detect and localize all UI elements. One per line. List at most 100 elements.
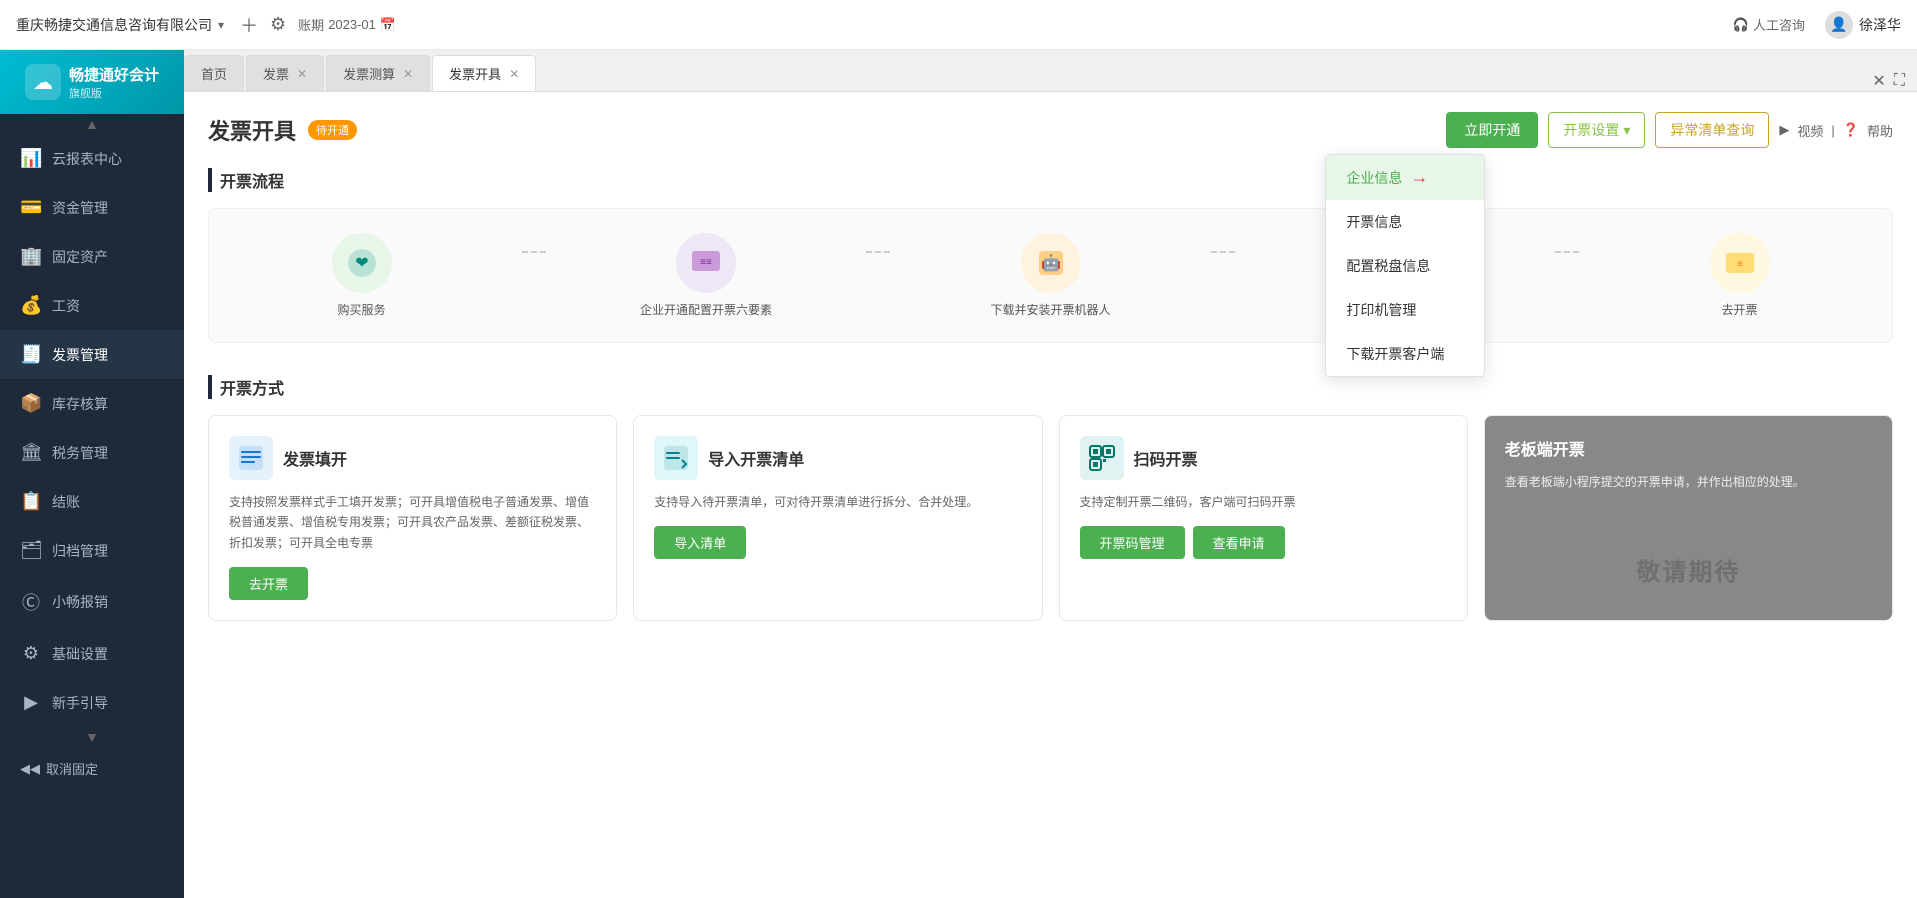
tab-fapiao-close[interactable]: ✕ bbox=[297, 67, 307, 81]
sidebar-item-shuiwu[interactable]: 🏛 税务管理 bbox=[0, 428, 184, 477]
svg-text:🤖: 🤖 bbox=[1041, 253, 1061, 272]
step-connector-3 bbox=[1183, 251, 1263, 277]
invoice-settings-button[interactable]: 开票设置 ▾ bbox=[1548, 112, 1645, 148]
sidebar-item-label: 税务管理 bbox=[52, 443, 108, 463]
add-button[interactable]: ＋ bbox=[240, 12, 258, 38]
sidebar-item-xinshouyindao[interactable]: ▶ 新手引导 bbox=[0, 678, 184, 727]
sidebar-item-gongzi[interactable]: 💰 工资 bbox=[0, 281, 184, 330]
step-connector-1 bbox=[494, 251, 574, 277]
jichushezhi-icon: ⚙ bbox=[20, 643, 42, 664]
period-display: 账期 2023-01 📅 bbox=[298, 15, 396, 34]
tab-fapiaokaiiju-close[interactable]: ✕ bbox=[509, 67, 519, 81]
kucun-icon: 📦 bbox=[20, 393, 42, 414]
sidebar-item-label: 小畅报销 bbox=[52, 592, 108, 612]
flow-step-config: ≡≡ 企业开通配置开票六要素 bbox=[574, 233, 839, 318]
help-icon: ❓ bbox=[1843, 122, 1859, 138]
yunbao-icon: 📊 bbox=[20, 148, 42, 169]
step-go-invoice-label: 去开票 bbox=[1721, 301, 1757, 318]
service-button[interactable]: 🎧 人工咨询 bbox=[1733, 15, 1805, 34]
sidebar-item-label: 云报表中心 bbox=[52, 149, 122, 169]
dropdown-item-company-info[interactable]: 企业信息 → bbox=[1326, 155, 1484, 200]
step-go-invoice-icon: ≡ bbox=[1710, 233, 1770, 293]
company-selector[interactable]: 重庆畅捷交通信息咨询有限公司 ▾ bbox=[16, 15, 224, 35]
cancel-fixed-btn[interactable]: ◀◀ 取消固定 bbox=[0, 747, 184, 790]
method-fill-header: 发票填开 bbox=[229, 436, 596, 480]
sidebar-item-kucun[interactable]: 📦 库存核算 bbox=[0, 379, 184, 428]
video-label[interactable]: 视频 bbox=[1797, 121, 1823, 140]
tab-fapiao[interactable]: 发票 ✕ bbox=[246, 55, 324, 91]
top-right-area: 🎧 人工咨询 👤 徐泽华 bbox=[1733, 11, 1901, 39]
scroll-down-btn[interactable]: ▼ bbox=[0, 727, 184, 747]
method-scan-icon bbox=[1080, 436, 1124, 480]
sidebar-item-label: 结账 bbox=[52, 492, 80, 512]
method-card-boss: 老板端开票 查看老板端小程序提交的开票申请，并作出相应的处理。 敬请期待 bbox=[1484, 415, 1893, 621]
view-apply-button[interactable]: 查看申请 bbox=[1193, 526, 1285, 559]
xiaochang-icon: Ⓒ bbox=[20, 589, 42, 615]
dropdown-item-printer[interactable]: 打印机管理 bbox=[1326, 288, 1484, 332]
dropdown-company-info-label: 企业信息 bbox=[1346, 168, 1402, 188]
dropdown-item-tax-config[interactable]: 配置税盘信息 bbox=[1326, 244, 1484, 288]
sidebar-item-yunbao[interactable]: 📊 云报表中心 bbox=[0, 134, 184, 183]
method-card-scan: 扫码开票 支持定制开票二维码，客户端可扫码开票 开票码管理 查看申请 bbox=[1059, 415, 1468, 621]
logo-area: ☁ 畅捷通好会计 旗舰版 bbox=[0, 50, 184, 114]
calendar-icon[interactable]: 📅 bbox=[380, 17, 396, 33]
step-download-label: 下载并安装开票机器人 bbox=[990, 301, 1110, 318]
dropdown-item-download-client[interactable]: 下载开票客户端 bbox=[1326, 332, 1484, 376]
svg-text:≡: ≡ bbox=[1737, 259, 1743, 270]
sidebar-item-gudingzichan[interactable]: 🏢 固定资产 bbox=[0, 232, 184, 281]
settings-icon[interactable]: ⚙ bbox=[270, 14, 286, 35]
step-buy-icon: ❤ bbox=[332, 233, 392, 293]
page-title: 发票开具 bbox=[208, 114, 296, 146]
zijin-icon: 💳 bbox=[20, 197, 42, 218]
sidebar-item-fapiao[interactable]: 🧾 发票管理 bbox=[0, 330, 184, 379]
sidebar-item-jichushezhi[interactable]: ⚙ 基础设置 bbox=[0, 629, 184, 678]
tab-home[interactable]: 首页 bbox=[184, 55, 244, 91]
settings-dropdown-container: 开票设置 ▾ 企业信息 → 开票信息 bbox=[1548, 112, 1645, 148]
tab-actions: ✕ ⛶ bbox=[1872, 71, 1917, 91]
flow-step-buy: ❤ 购买服务 bbox=[229, 233, 494, 318]
period-label-text: 账期 bbox=[298, 15, 324, 34]
import-list-button[interactable]: 导入清单 bbox=[654, 526, 746, 559]
logo-icon: ☁ bbox=[25, 64, 61, 100]
tab-fapiaocesuan-close[interactable]: ✕ bbox=[403, 67, 413, 81]
dropdown-download-client-label: 下载开票客户端 bbox=[1346, 344, 1444, 364]
abnormal-query-button[interactable]: 异常清单查询 bbox=[1655, 112, 1769, 148]
xinshouyindao-icon: ▶ bbox=[20, 692, 42, 713]
main-layout: ☁ 畅捷通好会计 旗舰版 ▲ 📊 云报表中心 💳 资金管理 🏢 固定资产 💰 工… bbox=[0, 50, 1917, 898]
step-connector-4 bbox=[1528, 251, 1608, 277]
method-scan-header: 扫码开票 bbox=[1080, 436, 1447, 480]
sidebar-item-xiaochang[interactable]: Ⓒ 小畅报销 bbox=[0, 575, 184, 629]
page-content: 发票开具 待开通 立即开通 开票设置 ▾ 企业信息 bbox=[184, 92, 1917, 898]
close-panel-btn[interactable]: ✕ bbox=[1872, 71, 1885, 91]
qr-manage-button[interactable]: 开票码管理 bbox=[1080, 526, 1185, 559]
method-scan-desc: 支持定制开票二维码，客户端可扫码开票 bbox=[1080, 492, 1447, 512]
method-import-header: 导入开票清单 bbox=[654, 436, 1021, 480]
tab-fapiaocesuan[interactable]: 发票测算 ✕ bbox=[326, 55, 430, 91]
methods-grid: 发票填开 支持按照发票样式手工填开发票；可开具增值税电子普通发票、增值税普通发票… bbox=[208, 415, 1893, 621]
go-invoice-button[interactable]: 去开票 bbox=[229, 567, 308, 600]
avatar: 👤 bbox=[1825, 11, 1853, 39]
maximize-btn[interactable]: ⛶ bbox=[1894, 72, 1905, 90]
sidebar-item-jiezhang[interactable]: 📋 结账 bbox=[0, 477, 184, 526]
scroll-up-btn[interactable]: ▲ bbox=[0, 114, 184, 134]
chevron-down-icon: ▾ bbox=[1623, 122, 1630, 139]
help-label[interactable]: 帮助 bbox=[1867, 121, 1893, 140]
sidebar-item-label: 归档管理 bbox=[52, 541, 108, 561]
gongzi-icon: 💰 bbox=[20, 295, 42, 316]
sidebar-item-label: 工资 bbox=[52, 296, 80, 316]
boss-title: 老板端开票 bbox=[1505, 436, 1585, 460]
user-info[interactable]: 👤 徐泽华 bbox=[1825, 11, 1901, 39]
tab-fapiaokaiiju[interactable]: 发票开具 ✕ bbox=[432, 55, 536, 91]
sidebar-item-label: 基础设置 bbox=[52, 644, 108, 664]
boss-desc: 查看老板端小程序提交的开票申请，并作出相应的处理。 bbox=[1505, 472, 1872, 492]
step-download-icon: 🤖 bbox=[1021, 233, 1081, 293]
flow-steps: ❤ 购买服务 ≡≡ 企业开通配置开票六要素 bbox=[208, 208, 1893, 343]
pin-icon: ◀◀ bbox=[20, 761, 40, 777]
immediate-open-button[interactable]: 立即开通 bbox=[1446, 112, 1538, 148]
step-config-icon: ≡≡ bbox=[676, 233, 736, 293]
sidebar-item-zijin[interactable]: 💳 资金管理 bbox=[0, 183, 184, 232]
sidebar-item-guidang[interactable]: 🗂 归档管理 bbox=[0, 526, 184, 575]
cancel-fixed-label: 取消固定 bbox=[46, 759, 98, 778]
flow-step-go-invoice: ≡ 去开票 bbox=[1607, 233, 1872, 318]
dropdown-item-invoice-info[interactable]: 开票信息 bbox=[1326, 200, 1484, 244]
